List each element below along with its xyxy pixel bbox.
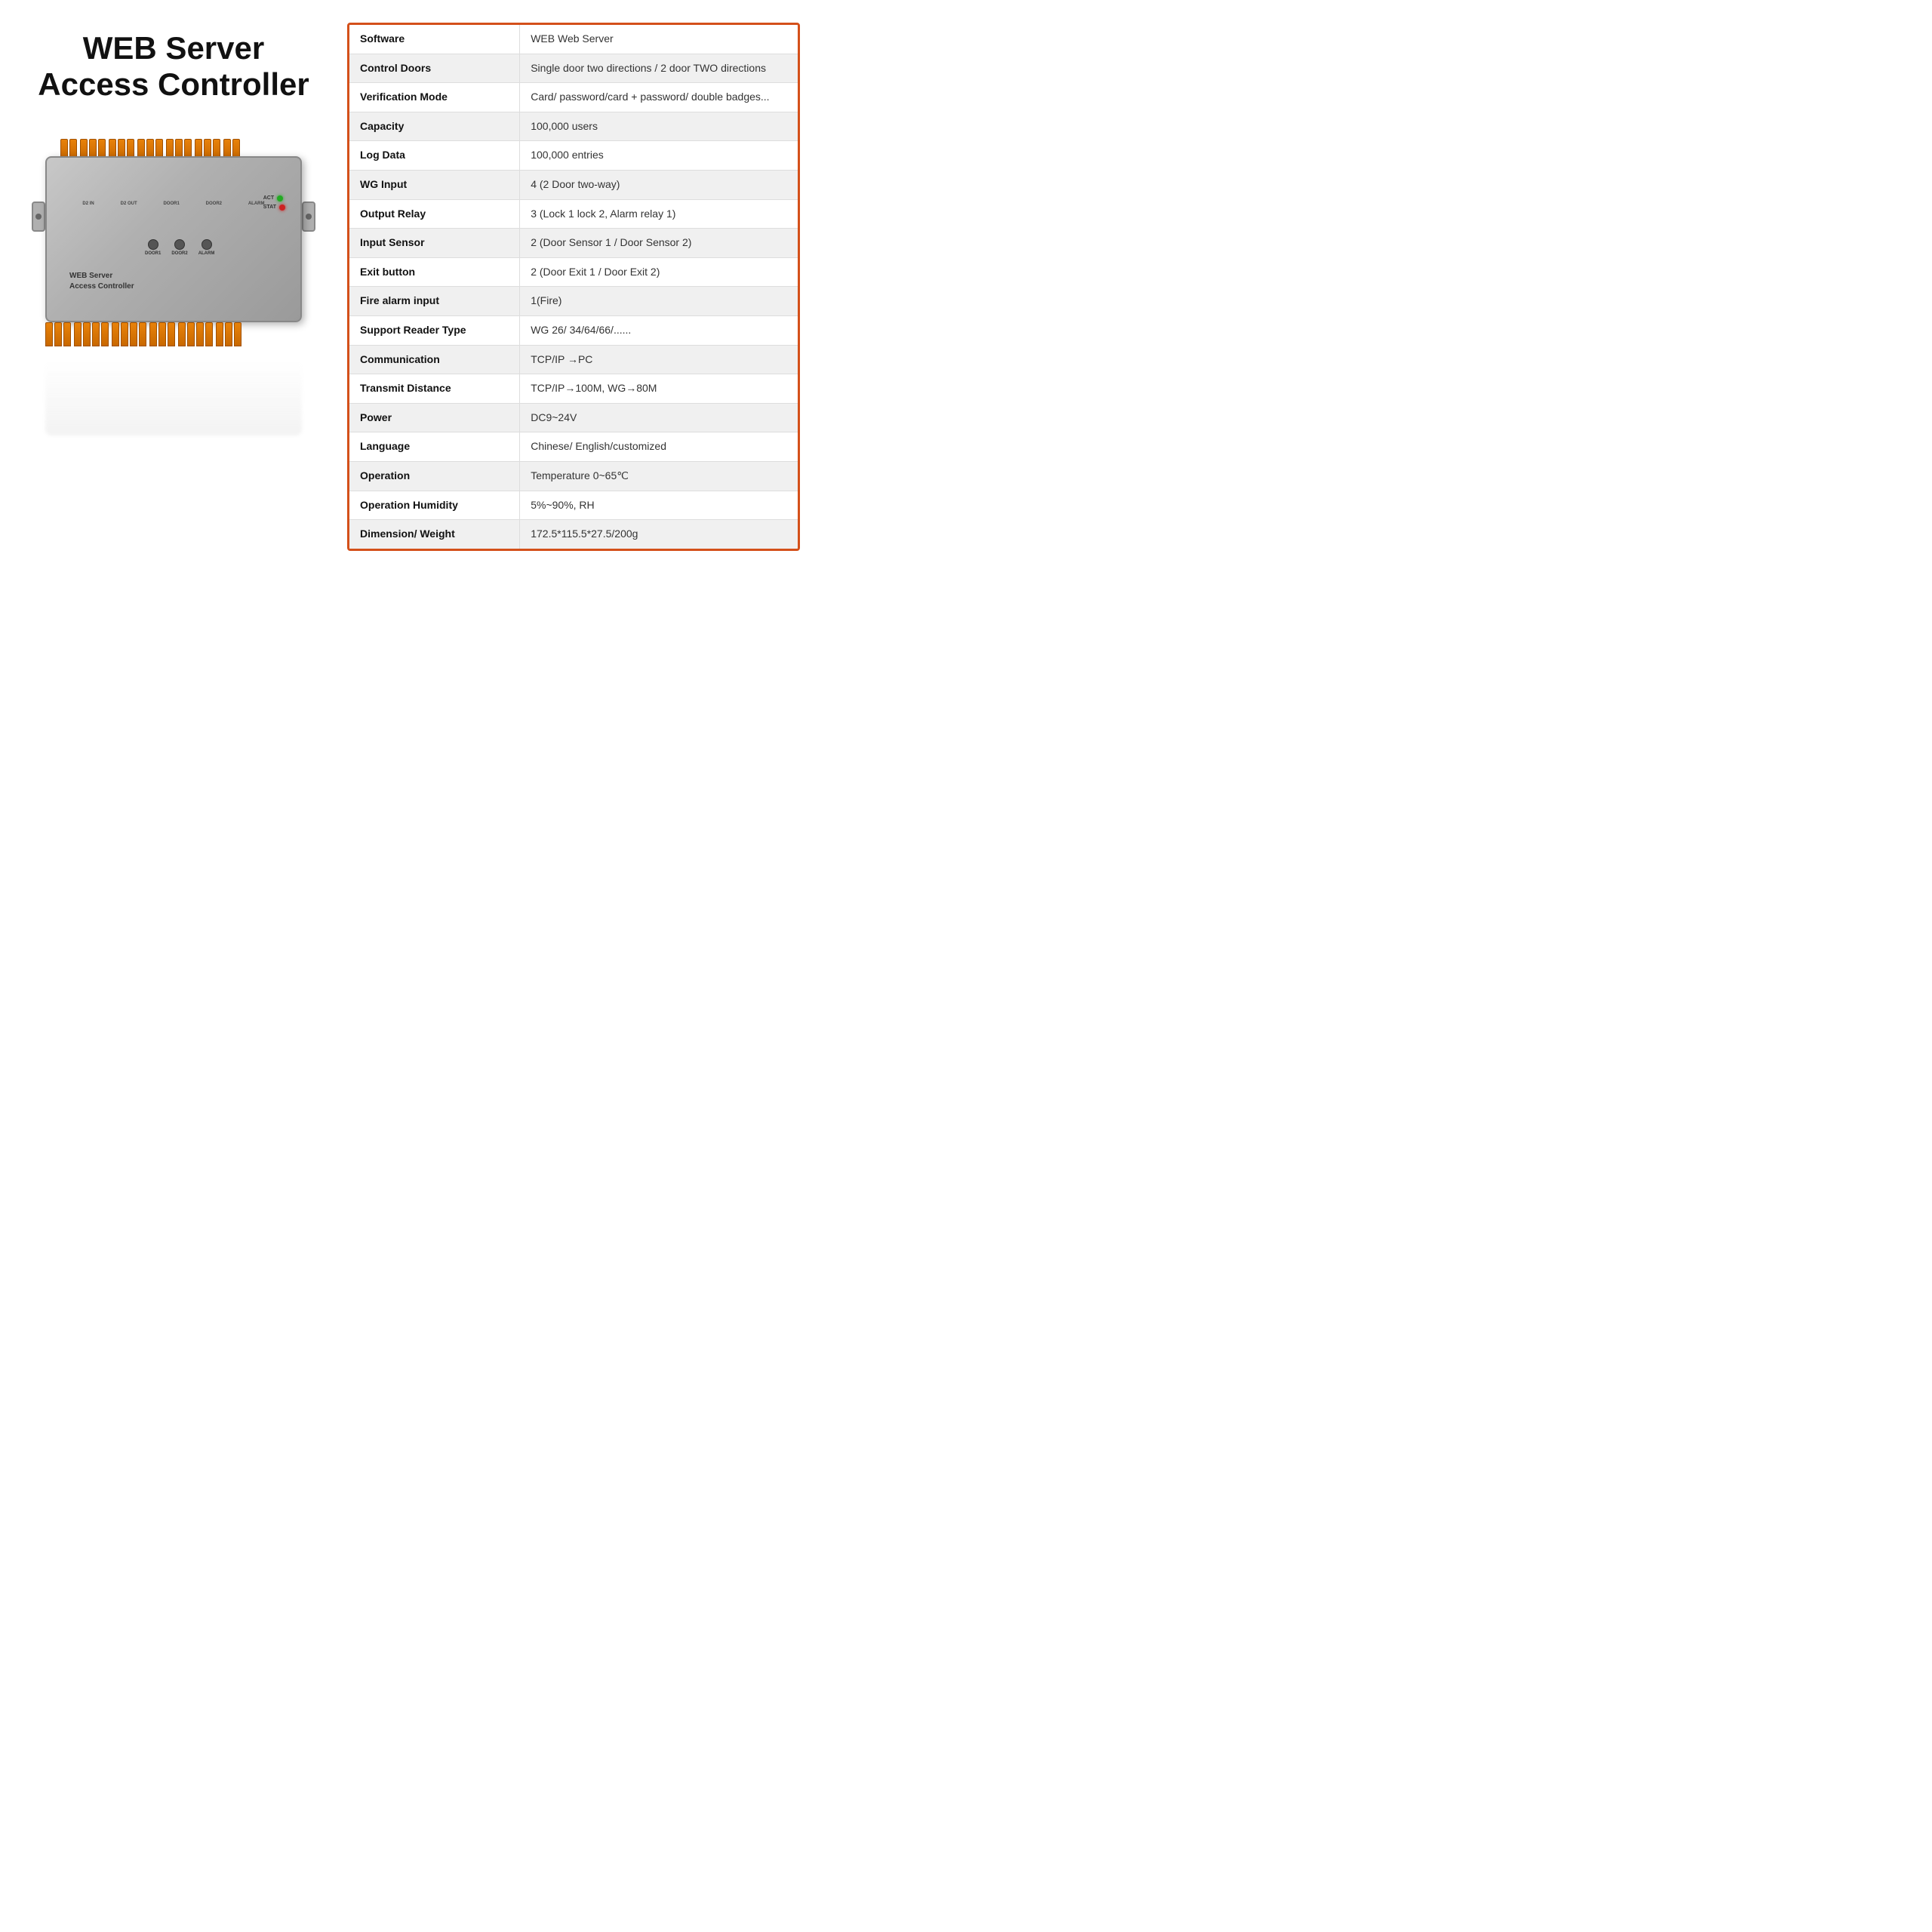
spec-label: Communication [349, 345, 520, 374]
spec-value: 4 (2 Door two-way) [520, 170, 798, 199]
alarm-indicator [202, 239, 212, 250]
table-row: Log Data100,000 entries [349, 141, 798, 171]
table-row: CommunicationTCP/IP →PC [349, 345, 798, 374]
table-row: LanguageChinese/ English/customized [349, 432, 798, 462]
spec-label: Transmit Distance [349, 374, 520, 404]
product-title: WEB Server Access Controller [38, 30, 309, 103]
spec-label: WG Input [349, 170, 520, 199]
device-reflection [45, 360, 302, 435]
spec-label: Power [349, 403, 520, 432]
spec-label: Fire alarm input [349, 287, 520, 316]
spec-value: 2 (Door Exit 1 / Door Exit 2) [520, 257, 798, 287]
spec-label: Software [349, 25, 520, 54]
table-row: Verification ModeCard/ password/card + p… [349, 83, 798, 112]
device-body: D2 IN D2 OUT DOOR1 DOOR2 ALARM ACT STAT [45, 156, 302, 322]
table-row: WG Input4 (2 Door two-way) [349, 170, 798, 199]
mount-ear-left [32, 202, 45, 232]
table-row: Support Reader TypeWG 26/ 34/64/66/.....… [349, 315, 798, 345]
spec-label: Verification Mode [349, 83, 520, 112]
spec-label: Capacity [349, 112, 520, 141]
mount-ear-right [302, 202, 315, 232]
page-container: WEB Server Access Controller [15, 23, 800, 551]
spec-label: Operation Humidity [349, 491, 520, 520]
table-row: Input Sensor2 (Door Sensor 1 / Door Sens… [349, 229, 798, 258]
table-row: OperationTemperature 0~65℃ [349, 461, 798, 491]
table-row: Exit button2 (Door Exit 1 / Door Exit 2) [349, 257, 798, 287]
top-label-strip: D2 IN D2 OUT DOOR1 DOOR2 ALARM [69, 202, 278, 212]
stat-led [279, 205, 285, 211]
spec-label: Support Reader Type [349, 315, 520, 345]
spec-value: 172.5*115.5*27.5/200g [520, 520, 798, 549]
door2-indicator [174, 239, 185, 250]
door1-indicator [148, 239, 158, 250]
spec-value: 3 (Lock 1 lock 2, Alarm relay 1) [520, 199, 798, 229]
spec-label: Language [349, 432, 520, 462]
spec-value: 2 (Door Sensor 1 / Door Sensor 2) [520, 229, 798, 258]
door-indicators: DOOR1 DOOR2 ALARM [145, 239, 214, 256]
spec-label: Input Sensor [349, 229, 520, 258]
spec-value: 100,000 users [520, 112, 798, 141]
spec-value: WEB Web Server [520, 25, 798, 54]
left-section: WEB Server Access Controller [15, 23, 332, 443]
spec-label: Control Doors [349, 54, 520, 83]
spec-value: 100,000 entries [520, 141, 798, 171]
table-row: SoftwareWEB Web Server [349, 25, 798, 54]
spec-label: Log Data [349, 141, 520, 171]
table-row: PowerDC9~24V [349, 403, 798, 432]
spec-label: Dimension/ Weight [349, 520, 520, 549]
spec-value: 1(Fire) [520, 287, 798, 316]
spec-label: Operation [349, 461, 520, 491]
spec-value: TCP/IP →PC [520, 345, 798, 374]
table-row: Transmit DistanceTCP/IP→100M, WG→80M [349, 374, 798, 404]
spec-label: Output Relay [349, 199, 520, 229]
table-row: Capacity100,000 users [349, 112, 798, 141]
specs-section: SoftwareWEB Web ServerControl DoorsSingl… [347, 23, 800, 551]
table-row: Fire alarm input1(Fire) [349, 287, 798, 316]
spec-value: Chinese/ English/customized [520, 432, 798, 462]
table-row: Operation Humidity5%~90%, RH [349, 491, 798, 520]
device-name-inside: WEB Server Access Controller [69, 271, 134, 292]
device-illustration: D2 IN D2 OUT DOOR1 DOOR2 ALARM ACT STAT [30, 126, 317, 443]
table-row: Dimension/ Weight172.5*115.5*27.5/200g [349, 520, 798, 549]
spec-value: Card/ password/card + password/ double b… [520, 83, 798, 112]
spec-value: Temperature 0~65℃ [520, 461, 798, 491]
spec-value: Single door two directions / 2 door TWO … [520, 54, 798, 83]
spec-value: 5%~90%, RH [520, 491, 798, 520]
act-led [277, 195, 283, 202]
table-row: Output Relay3 (Lock 1 lock 2, Alarm rela… [349, 199, 798, 229]
table-row: Control DoorsSingle door two directions … [349, 54, 798, 83]
specs-table: SoftwareWEB Web ServerControl DoorsSingl… [349, 25, 798, 549]
spec-value: WG 26/ 34/64/66/...... [520, 315, 798, 345]
spec-label: Exit button [349, 257, 520, 287]
spec-value: DC9~24V [520, 403, 798, 432]
spec-value: TCP/IP→100M, WG→80M [520, 374, 798, 404]
